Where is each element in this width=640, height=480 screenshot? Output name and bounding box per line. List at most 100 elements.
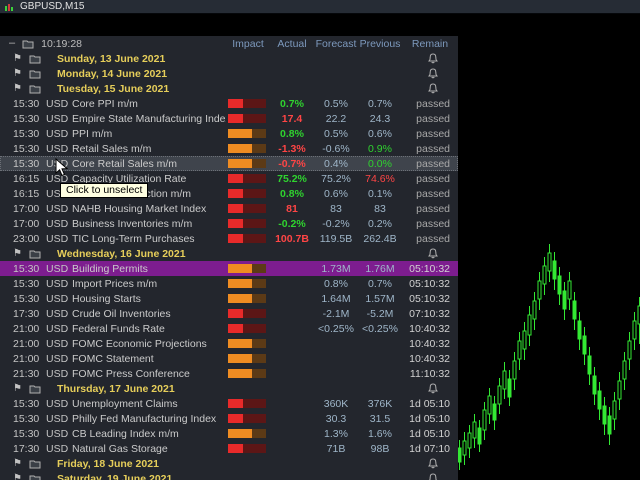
event-previous: 98B bbox=[370, 442, 390, 455]
folder-icon[interactable] bbox=[29, 84, 41, 94]
event-row[interactable]: 15:30 USD Unemployment Claims 360K 376K 1d 05… bbox=[0, 396, 458, 411]
impact-bar bbox=[228, 369, 266, 378]
date-row[interactable]: ⚑ Friday, 18 June 2021 bbox=[0, 456, 458, 471]
impact-cell bbox=[226, 339, 270, 348]
impact-fill bbox=[228, 174, 243, 183]
date-label: Saturday, 19 June 2021 bbox=[56, 472, 173, 480]
event-row[interactable]: 21:30 USD FOMC Press Conference 11:10:32 bbox=[0, 366, 458, 381]
window-titlebar: GBPUSD,M15 bbox=[0, 0, 640, 14]
event-row[interactable]: 23:00 USD TIC Long-Term Purchases 100.7B 119… bbox=[0, 231, 458, 246]
event-actual: 75.2% bbox=[277, 172, 307, 185]
folder-icon[interactable] bbox=[29, 474, 41, 480]
event-time: 17:00 bbox=[13, 217, 40, 230]
event-name: CB Leading Index m/m bbox=[72, 427, 179, 440]
impact-cell bbox=[226, 219, 270, 228]
event-remain: 07:10:32 bbox=[409, 307, 450, 320]
bell-icon[interactable] bbox=[428, 248, 438, 259]
bell-icon[interactable] bbox=[428, 68, 438, 79]
event-row[interactable]: 15:30 USD Philly Fed Manufacturing Index 30… bbox=[0, 411, 458, 426]
event-forecast: 0.5% bbox=[324, 127, 348, 140]
event-currency: USD bbox=[46, 97, 69, 110]
event-remain: passed bbox=[416, 127, 450, 140]
folder-icon[interactable] bbox=[29, 54, 41, 64]
folder-icon[interactable] bbox=[29, 249, 41, 259]
alert-bell[interactable] bbox=[428, 53, 438, 67]
event-row[interactable]: 21:00 USD Federal Funds Rate <0.25% <0.25% 10… bbox=[0, 321, 458, 336]
event-remain: passed bbox=[416, 217, 450, 230]
impact-fill bbox=[228, 99, 243, 108]
impact-bar bbox=[228, 354, 266, 363]
impact-fill bbox=[228, 429, 252, 438]
event-actual: -0.2% bbox=[278, 217, 306, 230]
folder-icon[interactable] bbox=[29, 459, 41, 469]
impact-cell bbox=[226, 309, 270, 318]
folder-icon[interactable] bbox=[29, 69, 41, 79]
minimize-button[interactable]: – bbox=[9, 38, 15, 49]
date-row[interactable]: ⚑ Sunday, 13 June 2021 bbox=[0, 51, 458, 66]
event-forecast: 83 bbox=[330, 202, 342, 215]
event-currency: USD bbox=[46, 412, 69, 425]
impact-bar bbox=[228, 399, 266, 408]
event-row[interactable]: 15:30 USD Retail Sales m/m -1.3% -0.6% 0.9% pa… bbox=[0, 141, 458, 156]
impact-bar bbox=[228, 234, 266, 243]
impact-bar bbox=[228, 429, 266, 438]
event-row[interactable]: 17:30 USD Crude Oil Inventories -2.1M -5.2M 0… bbox=[0, 306, 458, 321]
event-forecast: 22.2 bbox=[325, 112, 347, 125]
date-row[interactable]: ⚑ Saturday, 19 June 2021 bbox=[0, 471, 458, 480]
event-actual: 17.4 bbox=[281, 112, 303, 125]
bell-icon[interactable] bbox=[428, 473, 438, 480]
event-row[interactable]: 15:30 USD Housing Starts 1.64M 1.57M 05:10:32 bbox=[0, 291, 458, 306]
event-previous: 0.0% bbox=[368, 157, 392, 170]
impact-fill bbox=[228, 414, 243, 423]
event-name: FOMC Press Conference bbox=[72, 367, 190, 380]
alert-bell[interactable] bbox=[428, 383, 438, 397]
impact-cell bbox=[226, 114, 270, 123]
date-row[interactable]: ⚑ Thursday, 17 June 2021 bbox=[0, 381, 458, 396]
date-row[interactable]: ⚑ Wednesday, 16 June 2021 bbox=[0, 246, 458, 261]
column-remain: Remain bbox=[411, 37, 449, 50]
event-previous: 74.6% bbox=[365, 172, 395, 185]
impact-fill bbox=[228, 219, 243, 228]
event-forecast: 30.3 bbox=[325, 412, 347, 425]
date-row[interactable]: ⚑ Tuesday, 15 June 2021 bbox=[0, 81, 458, 96]
event-row[interactable]: 15:30 USD Import Prices m/m 0.8% 0.7% 05:10:3… bbox=[0, 276, 458, 291]
event-time: 15:30 bbox=[13, 292, 40, 305]
impact-cell bbox=[226, 324, 270, 333]
event-row[interactable]: 15:30 USD PPI m/m 0.8% 0.5% 0.6% passed bbox=[0, 126, 458, 141]
event-row[interactable]: 21:00 USD FOMC Economic Projections 10:40:3… bbox=[0, 336, 458, 351]
event-row[interactable]: 15:30 USD CB Leading Index m/m 1.3% 1.6% 1d 0… bbox=[0, 426, 458, 441]
folder-icon[interactable] bbox=[22, 39, 34, 49]
event-row[interactable]: 17:00 USD NAHB Housing Market Index 81 83 83 p… bbox=[0, 201, 458, 216]
alert-bell[interactable] bbox=[428, 458, 438, 472]
date-row[interactable]: ⚑ Monday, 14 June 2021 bbox=[0, 66, 458, 81]
impact-cell bbox=[226, 429, 270, 438]
folder-icon[interactable] bbox=[29, 384, 41, 394]
event-remain: passed bbox=[416, 172, 450, 185]
alert-bell[interactable] bbox=[428, 248, 438, 262]
impact-bar bbox=[228, 159, 266, 168]
impact-fill bbox=[228, 339, 252, 348]
alert-bell[interactable] bbox=[428, 68, 438, 82]
bell-icon[interactable] bbox=[428, 458, 438, 469]
impact-fill bbox=[228, 204, 243, 213]
alert-bell[interactable] bbox=[428, 83, 438, 97]
event-currency: USD bbox=[46, 217, 69, 230]
flag-icon: ⚑ bbox=[13, 247, 22, 259]
event-row[interactable]: 15:30 USD Core PPI m/m 0.7% 0.5% 0.7% passed bbox=[0, 96, 458, 111]
event-forecast: 0.8% bbox=[324, 277, 348, 290]
flag-icon: ⚑ bbox=[13, 472, 22, 480]
event-row[interactable]: 17:30 USD Natural Gas Storage 71B 98B 1d 07:1… bbox=[0, 441, 458, 456]
bell-icon[interactable] bbox=[428, 83, 438, 94]
event-row[interactable]: 17:00 USD Business Inventories m/m -0.2% -0.… bbox=[0, 216, 458, 231]
flag-icon: ⚑ bbox=[13, 52, 22, 64]
event-remain: 10:40:32 bbox=[409, 352, 450, 365]
event-row[interactable]: 21:00 USD FOMC Statement 10:40:32 bbox=[0, 351, 458, 366]
bell-icon[interactable] bbox=[428, 53, 438, 64]
impact-cell bbox=[226, 354, 270, 363]
alert-bell[interactable] bbox=[428, 473, 438, 480]
impact-bar bbox=[228, 324, 266, 333]
event-remain: passed bbox=[416, 97, 450, 110]
event-row[interactable]: 15:30 USD Building Permits 1.73M 1.76M 05:10:… bbox=[0, 261, 458, 276]
event-row[interactable]: 15:30 USD Empire State Manufacturing Index… bbox=[0, 111, 458, 126]
bell-icon[interactable] bbox=[428, 383, 438, 394]
